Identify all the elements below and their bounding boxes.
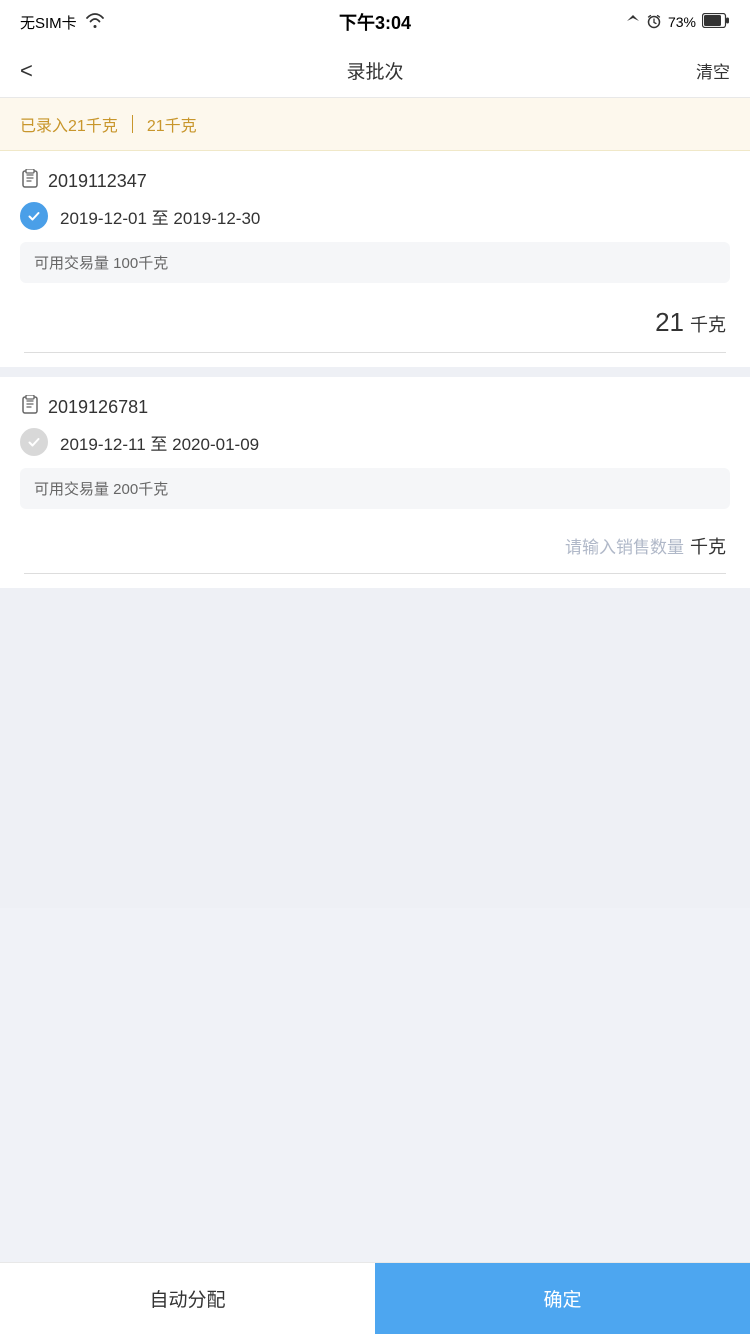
batch-2-input-row: 请输入销售数量 千克: [0, 523, 750, 573]
location-icon: [626, 14, 640, 31]
batch-2-input-placeholder: 请输入销售数量: [565, 533, 684, 558]
battery-icon: [702, 13, 730, 31]
batch-1-unit: 千克: [690, 311, 726, 337]
batch-1-date-row[interactable]: 2019-12-01 至 2019-12-30: [0, 202, 750, 242]
auto-distribute-button[interactable]: 自动分配: [0, 1263, 375, 1334]
section-divider: [0, 367, 750, 377]
info-divider: [132, 115, 133, 133]
back-button[interactable]: <: [20, 58, 33, 84]
batch-1-amount-row: 21 千克: [0, 297, 750, 352]
status-left: 无SIM卡: [20, 12, 105, 33]
recorded-value: 21千克: [147, 112, 197, 136]
batch-2-header: 2019126781: [0, 377, 750, 428]
status-bar: 无SIM卡 下午3:04 73%: [0, 0, 750, 44]
batch-2-spacer: [0, 574, 750, 588]
alarm-icon: [646, 13, 662, 32]
recorded-label: 已录入21千克: [20, 112, 118, 136]
batch-1-amount: 21: [655, 307, 684, 338]
battery-percent: 73%: [668, 14, 696, 30]
status-time: 下午3:04: [339, 9, 411, 35]
batch-1-available: 可用交易量 100千克: [20, 242, 730, 283]
batch-1-id: 2019112347: [48, 171, 147, 192]
batch-2-id: 2019126781: [48, 397, 148, 418]
batch-card-2: 2019126781 2019-12-11 至 2020-01-09 可用交易量…: [0, 377, 750, 588]
sim-text: 无SIM卡: [20, 12, 77, 33]
empty-area: [0, 588, 750, 908]
batch-2-checkbox[interactable]: [20, 428, 48, 456]
batch-2-unit: 千克: [690, 533, 726, 559]
wifi-icon: [85, 12, 105, 32]
batch-2-date-row[interactable]: 2019-12-11 至 2020-01-09: [0, 428, 750, 468]
batch-1-icon: [20, 169, 40, 194]
batch-1-checkbox[interactable]: [20, 202, 48, 230]
confirm-button[interactable]: 确定: [375, 1263, 750, 1334]
batch-2-available: 可用交易量 200千克: [20, 468, 730, 509]
info-banner: 已录入21千克 21千克: [0, 98, 750, 151]
batch-1-header: 2019112347: [0, 151, 750, 202]
batch-1-date: 2019-12-01 至 2019-12-30: [60, 204, 260, 229]
batch-2-icon: [20, 395, 40, 420]
status-right: 73%: [626, 13, 730, 32]
bottom-bar: 自动分配 确定: [0, 1262, 750, 1334]
batch-1-spacer: [0, 353, 750, 367]
clear-button[interactable]: 清空: [696, 58, 730, 83]
page-title: 录批次: [346, 57, 403, 84]
batch-card-1: 2019112347 2019-12-01 至 2019-12-30 可用交易量…: [0, 151, 750, 367]
batch-2-date: 2019-12-11 至 2020-01-09: [60, 430, 259, 455]
nav-bar: < 录批次 清空: [0, 44, 750, 98]
